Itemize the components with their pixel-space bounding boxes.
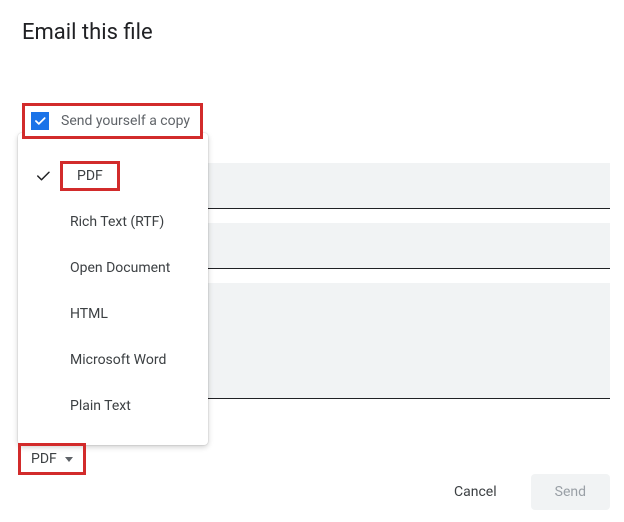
menu-item-label: Plain Text	[70, 398, 131, 414]
menu-item-label: Open Document	[70, 260, 170, 276]
format-selector-button[interactable]: PDF	[18, 443, 86, 475]
check-icon	[34, 167, 58, 185]
checkbox-icon	[31, 112, 49, 130]
menu-item-label: Microsoft Word	[70, 352, 166, 368]
send-button[interactable]: Send	[531, 474, 610, 510]
menu-item-label: Rich Text (RTF)	[70, 214, 164, 230]
send-yourself-copy-checkbox[interactable]: Send yourself a copy	[22, 103, 203, 139]
dialog-title: Email this file	[0, 0, 624, 45]
menu-item-rtf[interactable]: Rich Text (RTF)	[18, 199, 208, 245]
dropdown-arrow-icon	[65, 457, 73, 462]
menu-item-label: HTML	[70, 306, 108, 322]
menu-item-label: PDF	[77, 168, 103, 184]
cancel-button[interactable]: Cancel	[430, 474, 521, 510]
format-dropdown-menu: PDF Rich Text (RTF) Open Document HTML M…	[18, 133, 208, 445]
format-selector-label: PDF	[31, 451, 57, 467]
checkbox-label: Send yourself a copy	[61, 113, 190, 129]
menu-item-open-document[interactable]: Open Document	[18, 245, 208, 291]
menu-item-pdf[interactable]: PDF	[18, 153, 208, 199]
menu-item-word[interactable]: Microsoft Word	[18, 337, 208, 383]
menu-item-plain-text[interactable]: Plain Text	[18, 383, 208, 429]
menu-item-html[interactable]: HTML	[18, 291, 208, 337]
